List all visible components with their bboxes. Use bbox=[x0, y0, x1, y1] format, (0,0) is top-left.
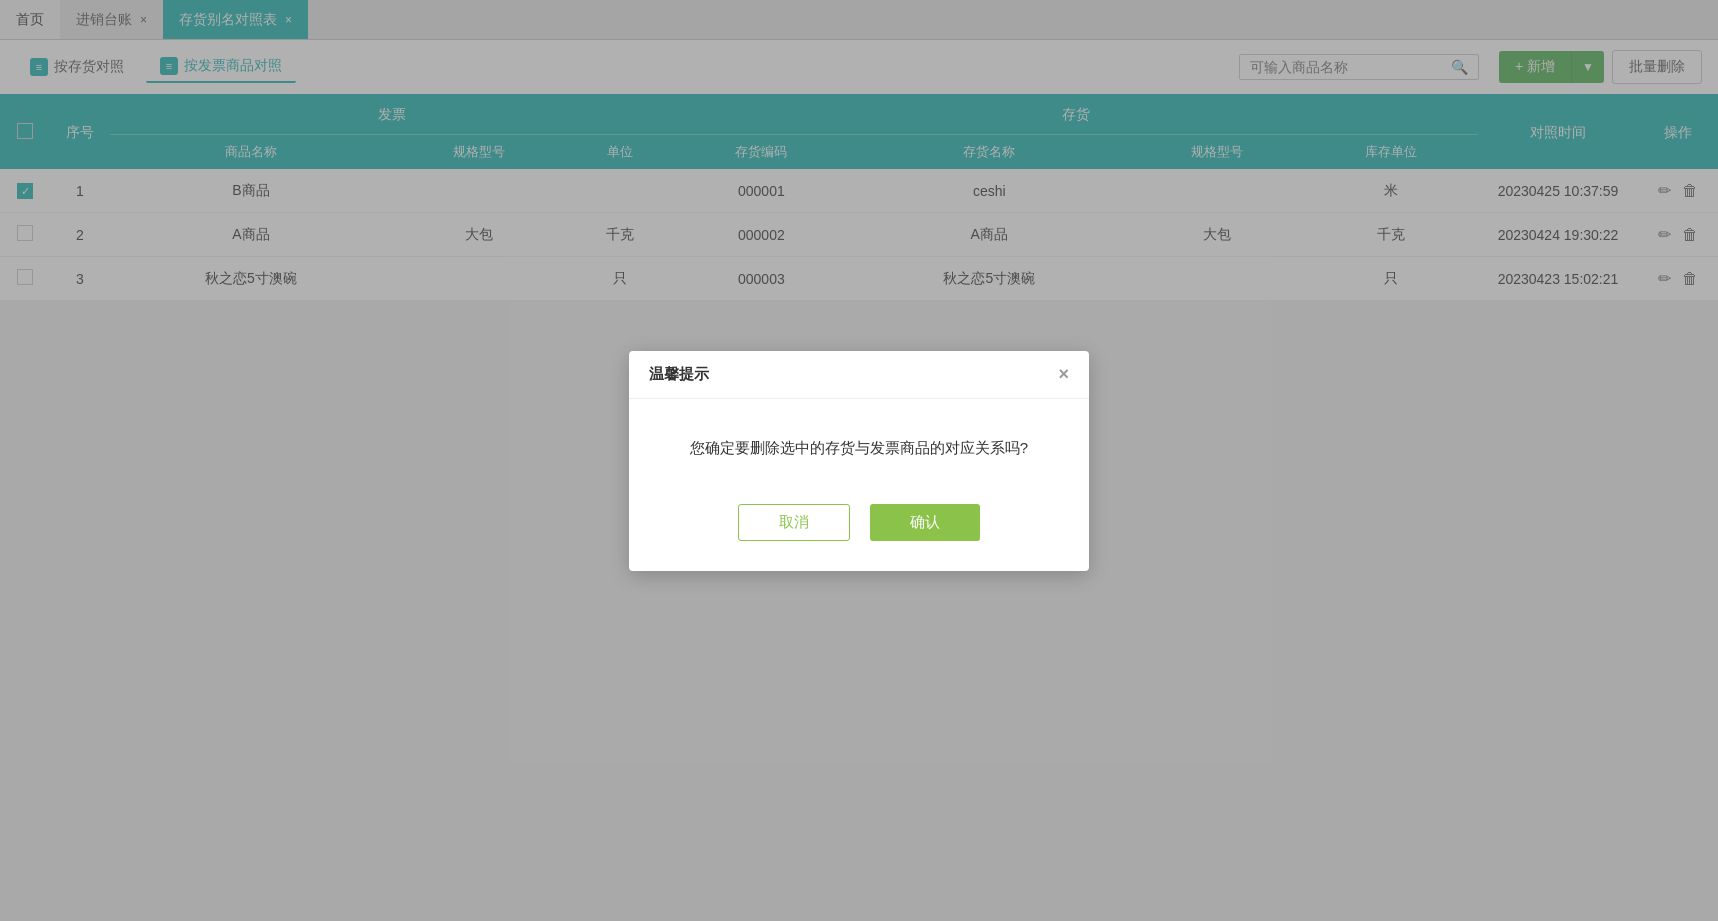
modal-overlay: 温馨提示 × 您确定要删除选中的存货与发票商品的对应关系吗? 取消 确认 bbox=[0, 0, 1718, 301]
